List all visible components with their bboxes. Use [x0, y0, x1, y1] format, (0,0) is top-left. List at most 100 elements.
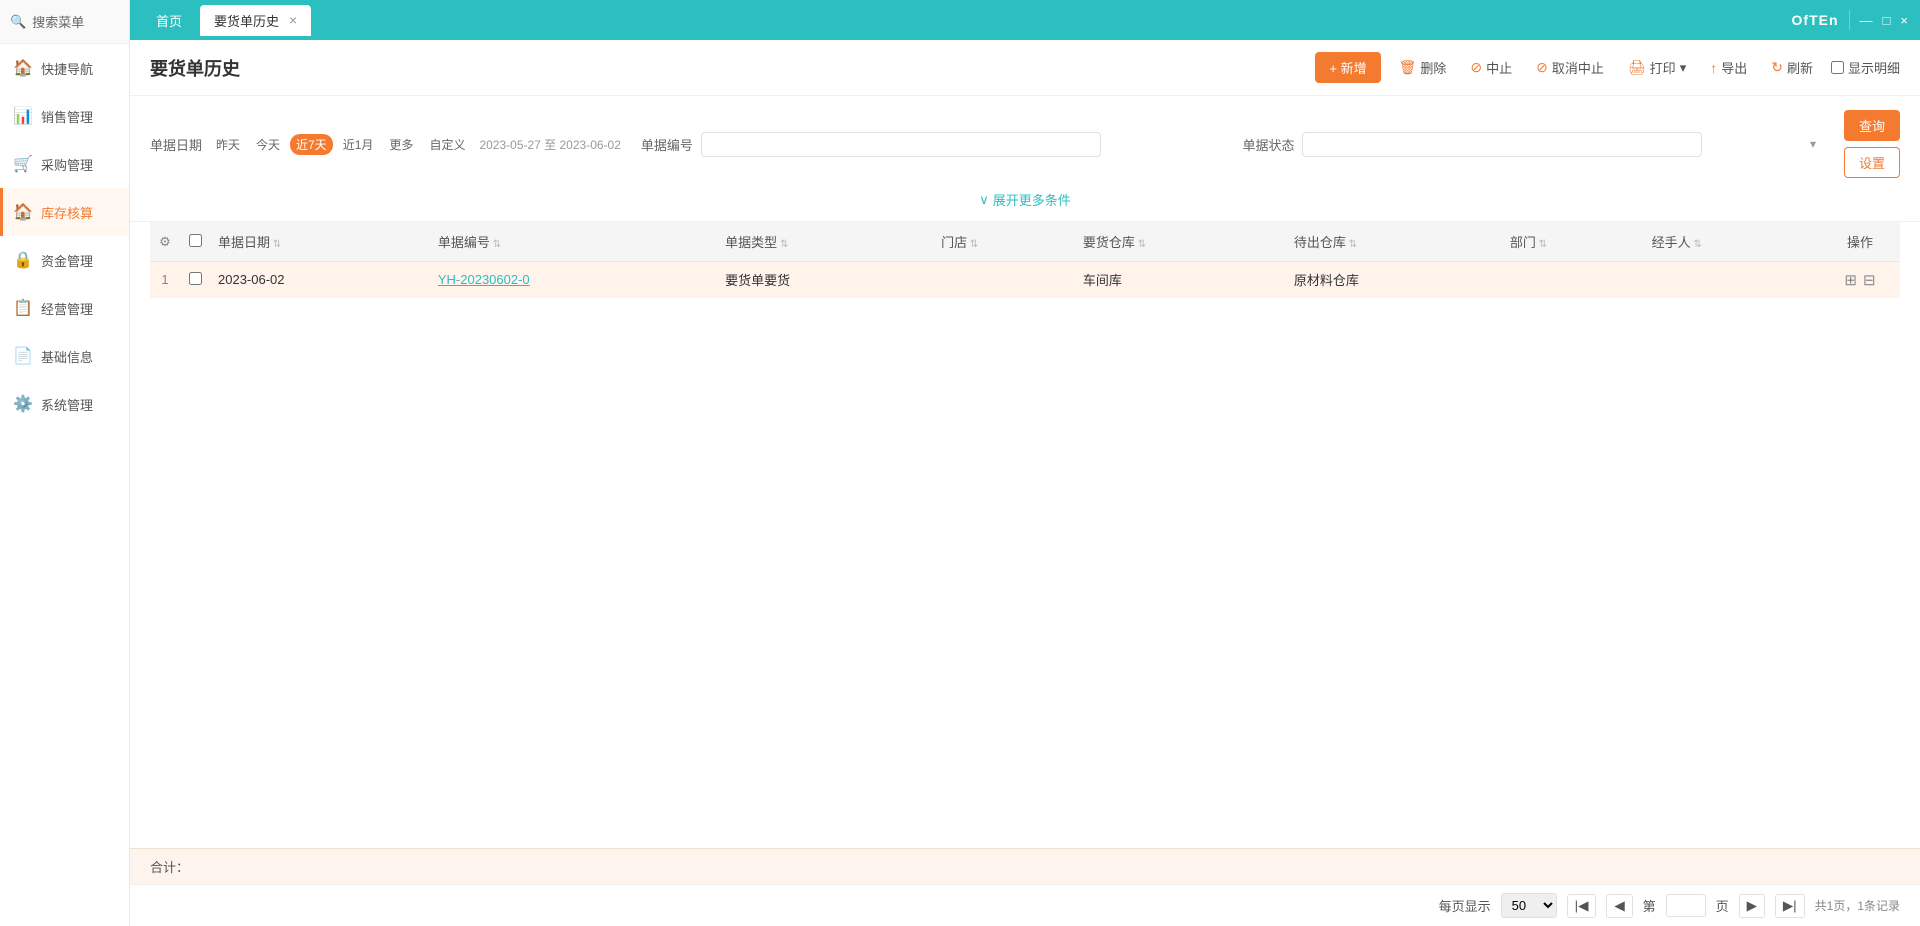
sidebar-item-label: 销售管理 — [41, 107, 93, 126]
first-page-button[interactable]: |◀ — [1567, 894, 1597, 918]
settings-button[interactable]: 设置 — [1844, 147, 1900, 178]
last-page-button[interactable]: ▶| — [1775, 894, 1805, 918]
topbar: 首页 要货单历史 × OfTEn — □ × — [130, 0, 1920, 40]
date-shortcut-7days[interactable]: 近7天 — [290, 134, 333, 155]
stop-button[interactable]: ⊘ 中止 — [1464, 54, 1518, 81]
sidebar-item-purchase[interactable]: 🛒 采购管理 — [0, 140, 129, 188]
current-page-input[interactable]: 1 — [1666, 894, 1706, 917]
col-checkbox — [180, 222, 210, 262]
sidebar-item-quick-nav[interactable]: 🏠 快捷导航 — [0, 44, 129, 92]
col-out-warehouse[interactable]: 待出仓库 — [1286, 222, 1502, 262]
window-minimize-button[interactable]: — — [1860, 13, 1873, 28]
sidebar-search-label: 搜索菜单 — [32, 12, 84, 31]
page-size-label: 每页显示 — [1439, 896, 1491, 915]
expand-down-icon: ∨ — [979, 192, 989, 208]
expand-more-btn[interactable]: ∨ 展开更多条件 — [971, 186, 1079, 213]
window-maximize-button[interactable]: □ — [1883, 13, 1891, 28]
sidebar-item-sales[interactable]: 📊 销售管理 — [0, 92, 129, 140]
export-button[interactable]: ↑ 导出 — [1704, 54, 1753, 81]
date-shortcut-yesterday[interactable]: 昨天 — [210, 134, 246, 155]
date-shortcut-1month[interactable]: 近1月 — [337, 134, 380, 155]
print-label: 打印 — [1650, 58, 1676, 77]
row-doc-no[interactable]: YH-20230602-0 — [430, 262, 717, 298]
query-btn-group: 查询 设置 — [1844, 110, 1900, 178]
main-content: 首页 要货单历史 × OfTEn — □ × 要货单历史 + 新增 🗑 删除 — [130, 0, 1920, 926]
table-area: ⚙ 单据日期 单据编号 单据类型 门店 要货仓库 待出仓库 部门 经手人 操作 — [130, 222, 1920, 848]
display-detail-input[interactable] — [1831, 61, 1844, 74]
home-tab-label: 首页 — [156, 14, 182, 29]
filter-row-1: 单据日期 昨天 今天 近7天 近1月 更多 自定义 2023-05-27 至 2… — [150, 110, 1900, 178]
page-size-select[interactable]: 50 20 100 200 — [1501, 893, 1557, 918]
col-store[interactable]: 门店 — [933, 222, 1075, 262]
col-doc-no[interactable]: 单据编号 — [430, 222, 717, 262]
date-shortcut-custom[interactable]: 自定义 — [423, 134, 471, 155]
sales-icon: 📊 — [13, 106, 33, 126]
col-req-warehouse[interactable]: 要货仓库 — [1075, 222, 1286, 262]
data-table: ⚙ 单据日期 单据编号 单据类型 门店 要货仓库 待出仓库 部门 经手人 操作 — [150, 222, 1900, 298]
status-select-wrap — [1302, 132, 1824, 157]
col-action: 操作 — [1820, 222, 1900, 262]
date-shortcut-more[interactable]: 更多 — [383, 134, 419, 155]
sidebar-item-label: 库存核算 — [41, 203, 93, 222]
print-dropdown-icon[interactable]: ▾ — [1680, 60, 1687, 76]
row-view-icon[interactable]: ⊞ — [1844, 271, 1857, 289]
status-label: 单据状态 — [1242, 135, 1294, 154]
col-dept[interactable]: 部门 — [1502, 222, 1644, 262]
topbar-home-tab[interactable]: 首页 — [142, 5, 196, 36]
row-dept — [1502, 262, 1644, 298]
sidebar-search[interactable]: 🔍 搜索菜单 — [0, 0, 129, 44]
col-date[interactable]: 单据日期 — [210, 222, 430, 262]
basic-icon: 📄 — [13, 346, 33, 366]
row-more-icon[interactable]: ⊟ — [1863, 271, 1876, 289]
window-close-button[interactable]: × — [1900, 13, 1908, 28]
cancel-stop-button[interactable]: ⊘ 取消中止 — [1530, 54, 1610, 81]
query-button[interactable]: 查询 — [1844, 110, 1900, 141]
status-select[interactable] — [1302, 132, 1702, 157]
col-doc-type[interactable]: 单据类型 — [717, 222, 933, 262]
topbar-active-tab[interactable]: 要货单历史 × — [200, 5, 311, 36]
footer-bar: 合计： — [130, 848, 1920, 884]
delete-button[interactable]: 🗑 删除 — [1393, 54, 1453, 81]
row-out-warehouse: 原材料仓库 — [1286, 262, 1502, 298]
purchase-icon: 🛒 — [13, 154, 33, 174]
sidebar-item-inventory[interactable]: 🏠 库存核算 — [0, 188, 129, 236]
active-tab-label: 要货单历史 — [214, 11, 279, 30]
refresh-button[interactable]: ↻ 刷新 — [1765, 54, 1819, 81]
doc-no-label: 单据编号 — [641, 135, 693, 154]
print-button[interactable]: 🖨 打印 ▾ — [1622, 54, 1692, 81]
print-icon: 🖨 — [1628, 59, 1646, 76]
table-header: ⚙ 单据日期 单据编号 单据类型 门店 要货仓库 待出仓库 部门 经手人 操作 — [150, 222, 1900, 262]
next-page-button[interactable]: ▶ — [1739, 894, 1765, 918]
filter-area: 单据日期 昨天 今天 近7天 近1月 更多 自定义 2023-05-27 至 2… — [130, 96, 1920, 222]
toolbar: + 新增 🗑 删除 ⊘ 中止 ⊘ 取消中止 🖨 打印 ▾ — [1315, 52, 1900, 83]
sidebar-item-label: 快捷导航 — [41, 59, 93, 78]
col-settings[interactable]: ⚙ — [150, 222, 180, 262]
col-handler[interactable]: 经手人 — [1644, 222, 1820, 262]
date-range-display: 2023-05-27 至 2023-06-02 — [479, 136, 620, 153]
page-label-post: 页 — [1716, 896, 1729, 915]
expand-more-label: 展开更多条件 — [993, 190, 1071, 209]
sidebar-item-label: 采购管理 — [41, 155, 93, 174]
display-detail-checkbox[interactable]: 显示明细 — [1831, 58, 1900, 77]
tab-close-button[interactable]: × — [289, 12, 297, 28]
export-icon: ↑ — [1710, 60, 1717, 76]
prev-page-button[interactable]: ◀ — [1606, 894, 1632, 918]
delete-label: 删除 — [1420, 58, 1446, 77]
row-index: 1 — [150, 262, 180, 298]
row-date: 2023-06-02 — [210, 262, 430, 298]
sidebar-item-label: 系统管理 — [41, 395, 93, 414]
row-checkbox[interactable] — [189, 272, 202, 285]
select-all-checkbox[interactable] — [189, 234, 202, 247]
sidebar-item-system[interactable]: ⚙️ 系统管理 — [0, 380, 129, 428]
doc-no-input[interactable] — [701, 132, 1101, 157]
sidebar-item-basic[interactable]: 📄 基础信息 — [0, 332, 129, 380]
new-button[interactable]: + 新增 — [1315, 52, 1380, 83]
sidebar-item-finance[interactable]: 🔒 资金管理 — [0, 236, 129, 284]
home-icon: 🏠 — [13, 58, 33, 78]
sidebar-item-operations[interactable]: 📋 经营管理 — [0, 284, 129, 332]
table-body: 1 2023-06-02 YH-20230602-0 要货单要货 车间库 原材料… — [150, 262, 1900, 298]
system-icon: ⚙️ — [13, 394, 33, 414]
date-shortcut-today[interactable]: 今天 — [250, 134, 286, 155]
total-info: 共1页，1条记录 — [1815, 897, 1900, 914]
page: 要货单历史 + 新增 🗑 删除 ⊘ 中止 ⊘ 取消中止 🖨 打印 — [130, 40, 1920, 926]
